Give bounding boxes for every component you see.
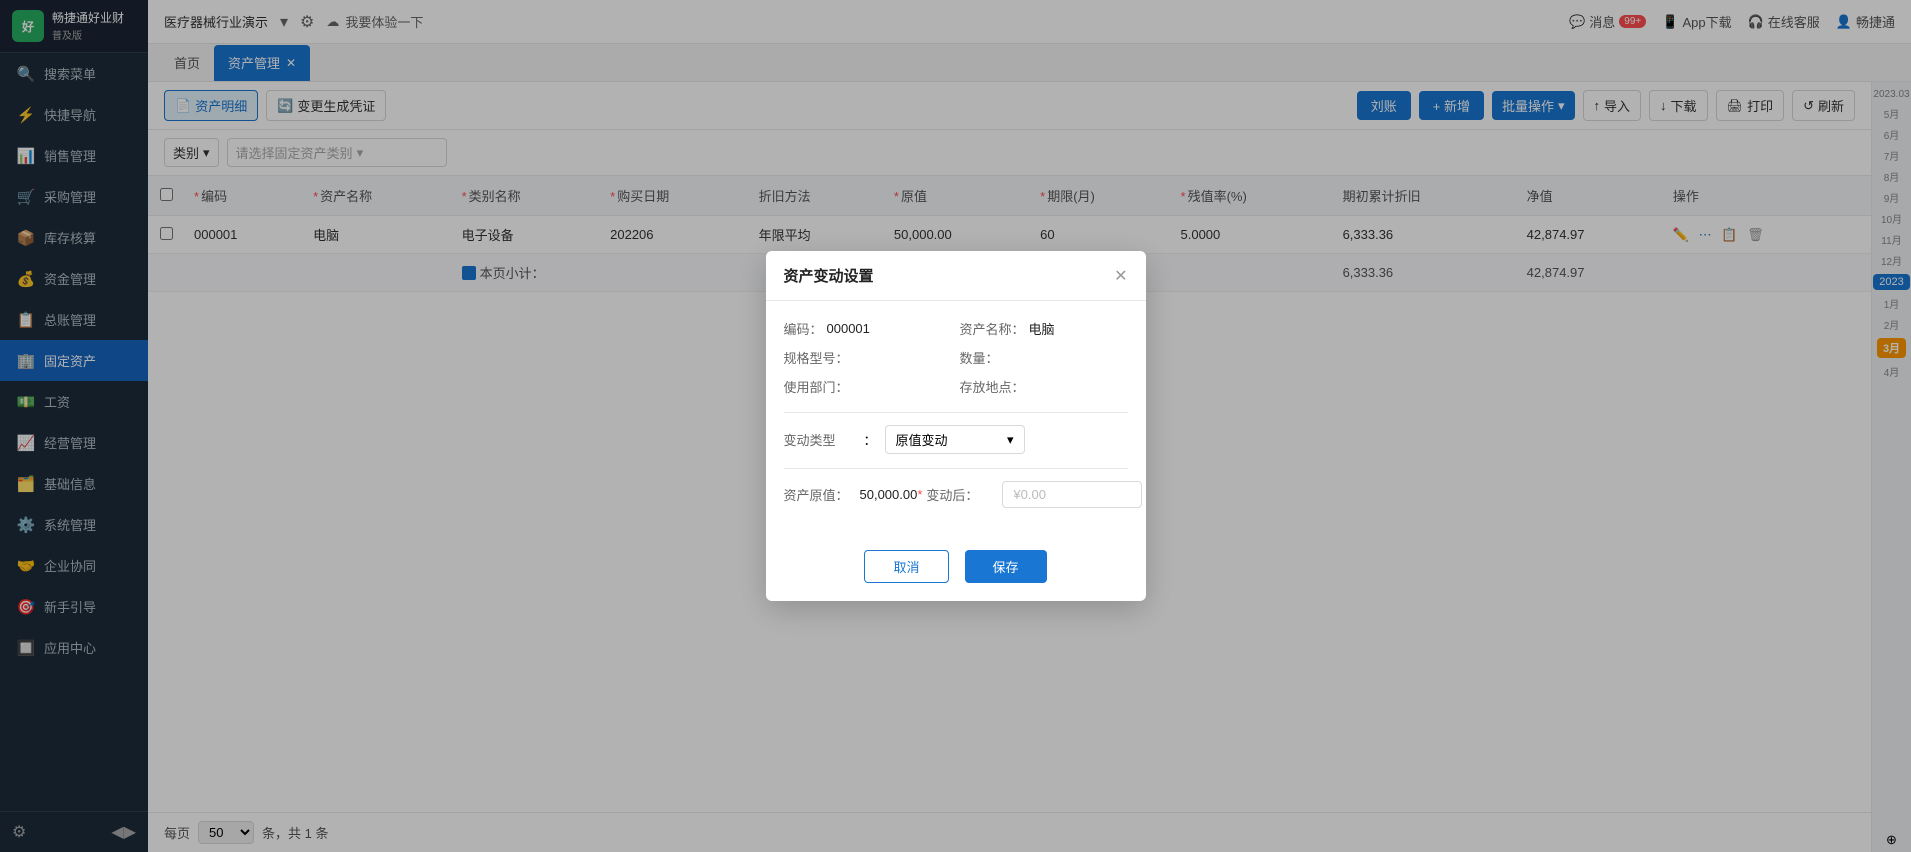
modal-body: 编码： 000001 资产名称： 电脑 规格型号： 数量： 使用部门：: [766, 301, 1146, 540]
modal-divider1: [784, 412, 1128, 413]
asset-change-modal: 资产变动设置 ✕ 编码： 000001 资产名称： 电脑 规格型号： 数量：: [766, 251, 1146, 601]
modal-change-type-label: 变动类型: [784, 430, 854, 449]
modal-asset-name-value: 电脑: [1029, 319, 1055, 338]
modal-divider2: [784, 468, 1128, 469]
modal-spec-field: 规格型号：: [784, 348, 952, 367]
modal-change-type-select[interactable]: 原值变动 ▾: [885, 425, 1025, 454]
modal-after-change-input[interactable]: [1002, 481, 1142, 508]
modal-after-change-label: 变动后：: [926, 485, 996, 504]
modal-spec-label: 规格型号：: [784, 348, 849, 367]
modal-amount-row: 资产原值： 50,000.00 * 变动后：: [784, 481, 1128, 508]
modal-quantity-field: 数量：: [960, 348, 1128, 367]
modal-location-field: 存放地点：: [960, 377, 1128, 396]
modal-department-field: 使用部门：: [784, 377, 952, 396]
modal-save-btn[interactable]: 保存: [965, 550, 1047, 583]
modal-info-grid: 编码： 000001 资产名称： 电脑 规格型号： 数量： 使用部门：: [784, 319, 1128, 396]
modal-title: 资产变动设置: [784, 265, 874, 286]
modal-header: 资产变动设置 ✕: [766, 251, 1146, 301]
modal-change-type-value: 原值变动: [896, 430, 948, 449]
modal-overlay: 资产变动设置 ✕ 编码： 000001 资产名称： 电脑 规格型号： 数量：: [0, 0, 1911, 852]
modal-asset-name-label: 资产名称：: [960, 319, 1025, 338]
modal-location-label: 存放地点：: [960, 377, 1025, 396]
modal-asset-name-field: 资产名称： 电脑: [960, 319, 1128, 338]
modal-change-type-row: 变动类型 ： 原值变动 ▾: [784, 425, 1128, 454]
modal-code-value: 000001: [827, 321, 870, 336]
modal-code-field: 编码： 000001: [784, 319, 952, 338]
modal-original-value: 50,000.00: [860, 487, 918, 502]
modal-code-label: 编码：: [784, 319, 823, 338]
modal-close-btn[interactable]: ✕: [1114, 266, 1127, 286]
modal-quantity-label: 数量：: [960, 348, 999, 367]
modal-footer: 取消 保存: [766, 540, 1146, 601]
modal-cancel-btn[interactable]: 取消: [864, 550, 948, 583]
modal-original-value-label: 资产原值：: [784, 485, 854, 504]
modal-change-type-dropdown-icon: ▾: [1007, 432, 1014, 448]
modal-department-label: 使用部门：: [784, 377, 849, 396]
